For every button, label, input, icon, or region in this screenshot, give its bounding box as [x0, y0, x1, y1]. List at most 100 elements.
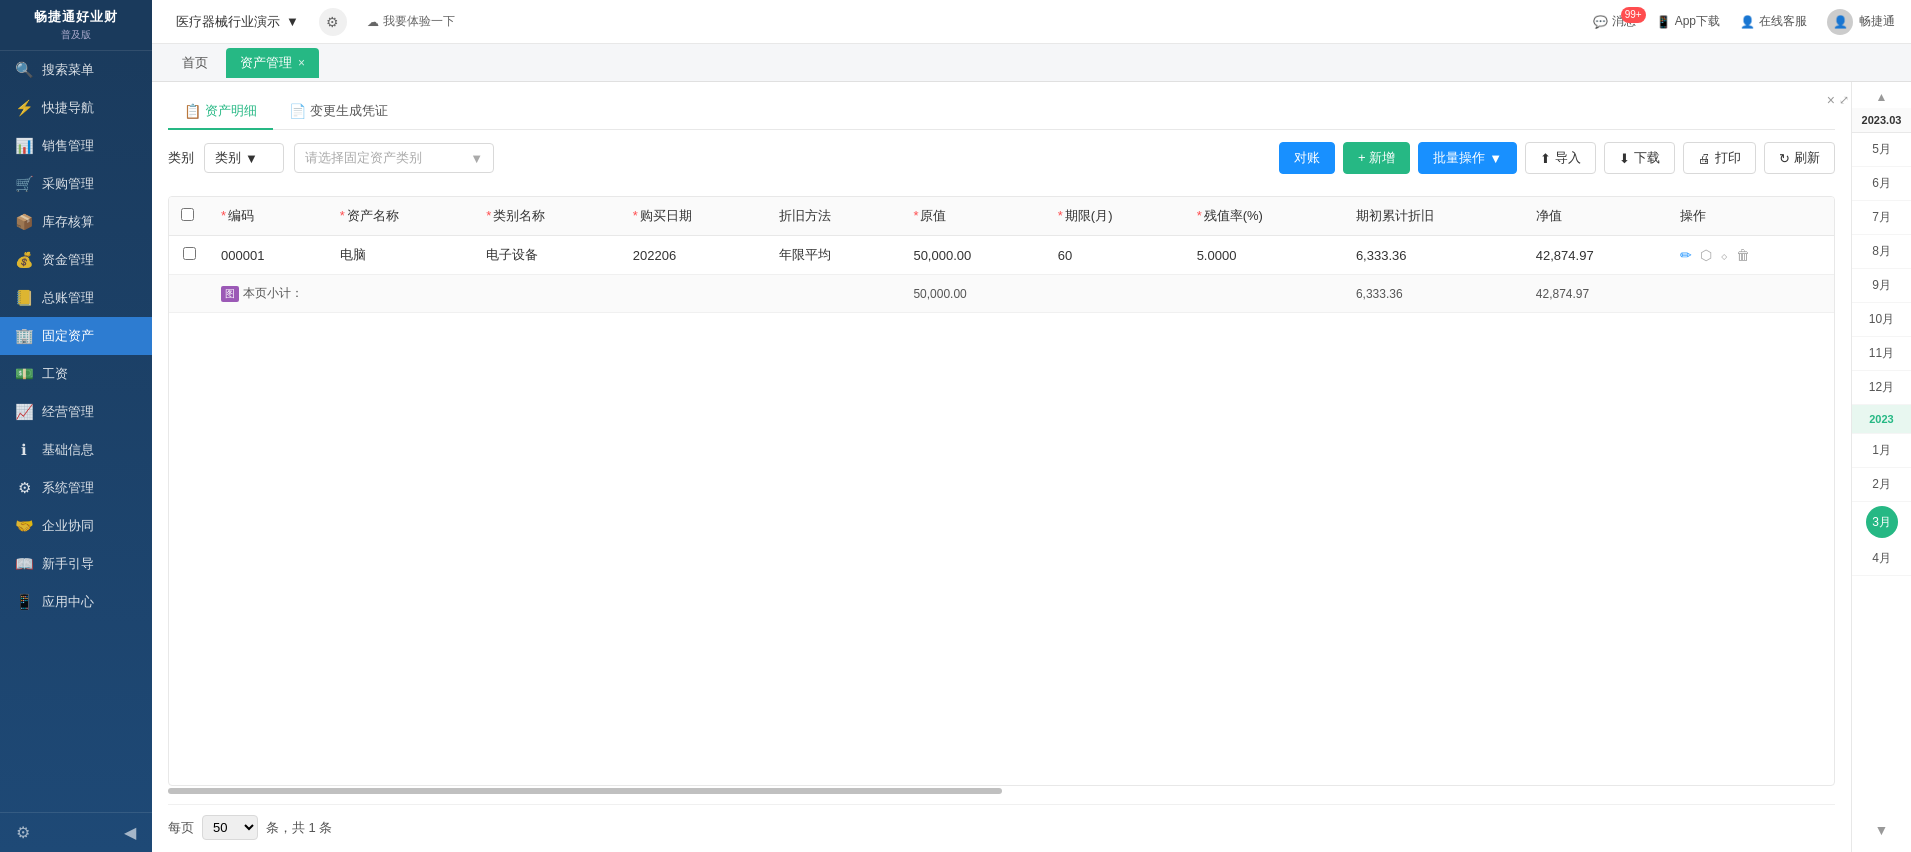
message-icon: 💬 [1593, 15, 1608, 29]
avatar: 👤 [1827, 9, 1853, 35]
select-all-checkbox[interactable] [181, 208, 194, 221]
month-item[interactable]: 8月 [1852, 235, 1911, 269]
settings-icon[interactable]: ⚙ [319, 8, 347, 36]
tab-home[interactable]: 首页 [168, 48, 222, 78]
app-name: 畅捷通好业财 [34, 8, 118, 26]
month-item[interactable]: 9月 [1852, 269, 1911, 303]
month-item[interactable]: 11月 [1852, 337, 1911, 371]
sidebar-item-payroll[interactable]: 💵工资 [0, 355, 152, 393]
row-checkbox[interactable] [183, 247, 196, 260]
experience-label: 我要体验一下 [383, 13, 455, 30]
col-header-category: *类别名称 [474, 197, 621, 236]
cell-period: 60 [1046, 236, 1185, 275]
panel-expand-button[interactable]: ⤢ [1839, 92, 1849, 108]
sidebar-item-sales[interactable]: 📊销售管理 [0, 127, 152, 165]
month-item-2月[interactable]: 2月 [1852, 468, 1911, 502]
app-download-button[interactable]: 📱 App下载 [1656, 13, 1720, 30]
sidebar-item-label: 资金管理 [42, 251, 94, 269]
sidebar-item-guide[interactable]: 📖新手引导 [0, 545, 152, 583]
sidebar-item-enterprise[interactable]: 🤝企业协同 [0, 507, 152, 545]
sidebar-item-ledger[interactable]: 📒总账管理 [0, 279, 152, 317]
batch-button[interactable]: 批量操作 ▼ [1418, 142, 1517, 174]
panel-close-button[interactable]: × [1827, 92, 1835, 108]
sub-tab-asset-detail[interactable]: 📋资产明细 [168, 94, 273, 130]
sidebar-item-operations[interactable]: 📈经营管理 [0, 393, 152, 431]
month-item[interactable]: 5月 [1852, 133, 1911, 167]
tab-close-icon[interactable]: × [298, 56, 305, 70]
edit-icon[interactable]: ✏ [1680, 247, 1692, 263]
sidebar-item-purchase[interactable]: 🛒采购管理 [0, 165, 152, 203]
purchase-icon: 🛒 [14, 175, 34, 193]
month-item-4月[interactable]: 4月 [1852, 542, 1911, 576]
cell-depreciation_method: 年限平均 [767, 236, 901, 275]
sidebar-item-inventory[interactable]: 📦库存核算 [0, 203, 152, 241]
main-area: 医疗器械行业演示 ▼ ⚙ ☁ 我要体验一下 💬 消息 99+ 📱 App下载 👤… [152, 0, 1911, 852]
company-selector[interactable]: 医疗器械行业演示 ▼ [168, 9, 307, 35]
col-header-action: 操作 [1668, 197, 1834, 236]
cloud-icon: ☁ [367, 15, 379, 29]
refresh-button[interactable]: ↻ 刷新 [1764, 142, 1835, 174]
table-row: 000001电脑电子设备202206年限平均50,000.00605.00006… [169, 236, 1834, 275]
month-item[interactable]: 12月 [1852, 371, 1911, 405]
category-type-select[interactable]: 类别 ▼ [204, 143, 284, 173]
refresh-icon: ↻ [1779, 151, 1790, 166]
panel-up-button[interactable]: ▲ [1852, 86, 1911, 108]
sidebar-item-label: 库存核算 [42, 213, 94, 231]
main-content: 📋资产明细📄变更生成凭证 类别 类别 ▼ 请选择固定资产类别 ▼ 对账 [152, 82, 1851, 852]
tab-asset-management[interactable]: 资产管理 × [226, 48, 319, 78]
batch-label: 批量操作 [1433, 149, 1485, 167]
messages-button[interactable]: 💬 消息 99+ [1593, 13, 1636, 30]
panel-down-button[interactable]: ▼ [1858, 818, 1905, 842]
fixed-assets-icon: 🏢 [14, 327, 34, 345]
experience-button[interactable]: ☁ 我要体验一下 [359, 9, 463, 34]
category-dropdown[interactable]: 请选择固定资产类别 ▼ [294, 143, 494, 173]
panel-year-label: 2023.03 [1852, 108, 1911, 133]
month-item-3月[interactable]: 3月 [1866, 506, 1898, 538]
delete-icon[interactable]: 🗑 [1736, 247, 1750, 263]
sidebar-nav: 🔍搜索菜单⚡快捷导航📊销售管理🛒采购管理📦库存核算💰资金管理📒总账管理🏢固定资产… [0, 51, 152, 812]
sidebar-item-capital[interactable]: 💰资金管理 [0, 241, 152, 279]
more-icon[interactable]: ⬦ [1720, 247, 1728, 263]
search-icon: 🔍 [14, 61, 34, 79]
month-item[interactable]: 10月 [1852, 303, 1911, 337]
sidebar-item-label: 新手引导 [42, 555, 94, 573]
col-header-accumulated_depreciation: 期初累计折旧 [1344, 197, 1524, 236]
payroll-icon: 💵 [14, 365, 34, 383]
new-button[interactable]: + 新增 [1343, 142, 1410, 174]
sidebar-item-app-center[interactable]: 📱应用中心 [0, 583, 152, 621]
import-button[interactable]: ⬆ 导入 [1525, 142, 1596, 174]
sidebar-item-label: 企业协同 [42, 517, 94, 535]
sidebar-item-quick-nav[interactable]: ⚡快捷导航 [0, 89, 152, 127]
print-label: 打印 [1715, 149, 1741, 167]
online-service-button[interactable]: 👤 在线客服 [1740, 13, 1807, 30]
sidebar-item-label: 应用中心 [42, 593, 94, 611]
sidebar-item-basic-info[interactable]: ℹ基础信息 [0, 431, 152, 469]
print-button[interactable]: 🖨 打印 [1683, 142, 1756, 174]
per-page-select[interactable]: 102050100 [202, 815, 258, 840]
sidebar-settings-icon[interactable]: ⚙ [12, 821, 34, 844]
sidebar-item-label: 销售管理 [42, 137, 94, 155]
system-icon: ⚙ [14, 479, 34, 497]
subtotal-accumulated-depreciation: 6,333.36 [1344, 275, 1524, 313]
sidebar-item-search[interactable]: 🔍搜索菜单 [0, 51, 152, 89]
month-item[interactable]: 7月 [1852, 201, 1911, 235]
panel-controls: × ⤢ [1827, 92, 1849, 108]
sidebar: 畅捷通好业财 普及版 🔍搜索菜单⚡快捷导航📊销售管理🛒采购管理📦库存核算💰资金管… [0, 0, 152, 852]
sub-tab-change-voucher[interactable]: 📄变更生成凭证 [273, 94, 404, 130]
sidebar-item-label: 总账管理 [42, 289, 94, 307]
sidebar-item-fixed-assets[interactable]: 🏢固定资产 [0, 317, 152, 355]
reconcile-button[interactable]: 对账 [1279, 142, 1335, 174]
sidebar-item-system[interactable]: ⚙系统管理 [0, 469, 152, 507]
download-button[interactable]: ⬇ 下载 [1604, 142, 1675, 174]
import-label: 导入 [1555, 149, 1581, 167]
copy-icon[interactable]: ⬡ [1700, 247, 1712, 263]
refresh-label: 刷新 [1794, 149, 1820, 167]
month-item[interactable]: 6月 [1852, 167, 1911, 201]
app-edition: 普及版 [61, 28, 91, 42]
month-item-1月[interactable]: 1月 [1852, 434, 1911, 468]
basic-info-icon: ℹ [14, 441, 34, 459]
sidebar-collapse-icon[interactable]: ◀ [120, 821, 140, 844]
total-label: 条，共 1 条 [266, 819, 332, 837]
service-icon: 👤 [1740, 15, 1755, 29]
user-menu[interactable]: 👤 畅捷通 [1827, 9, 1895, 35]
